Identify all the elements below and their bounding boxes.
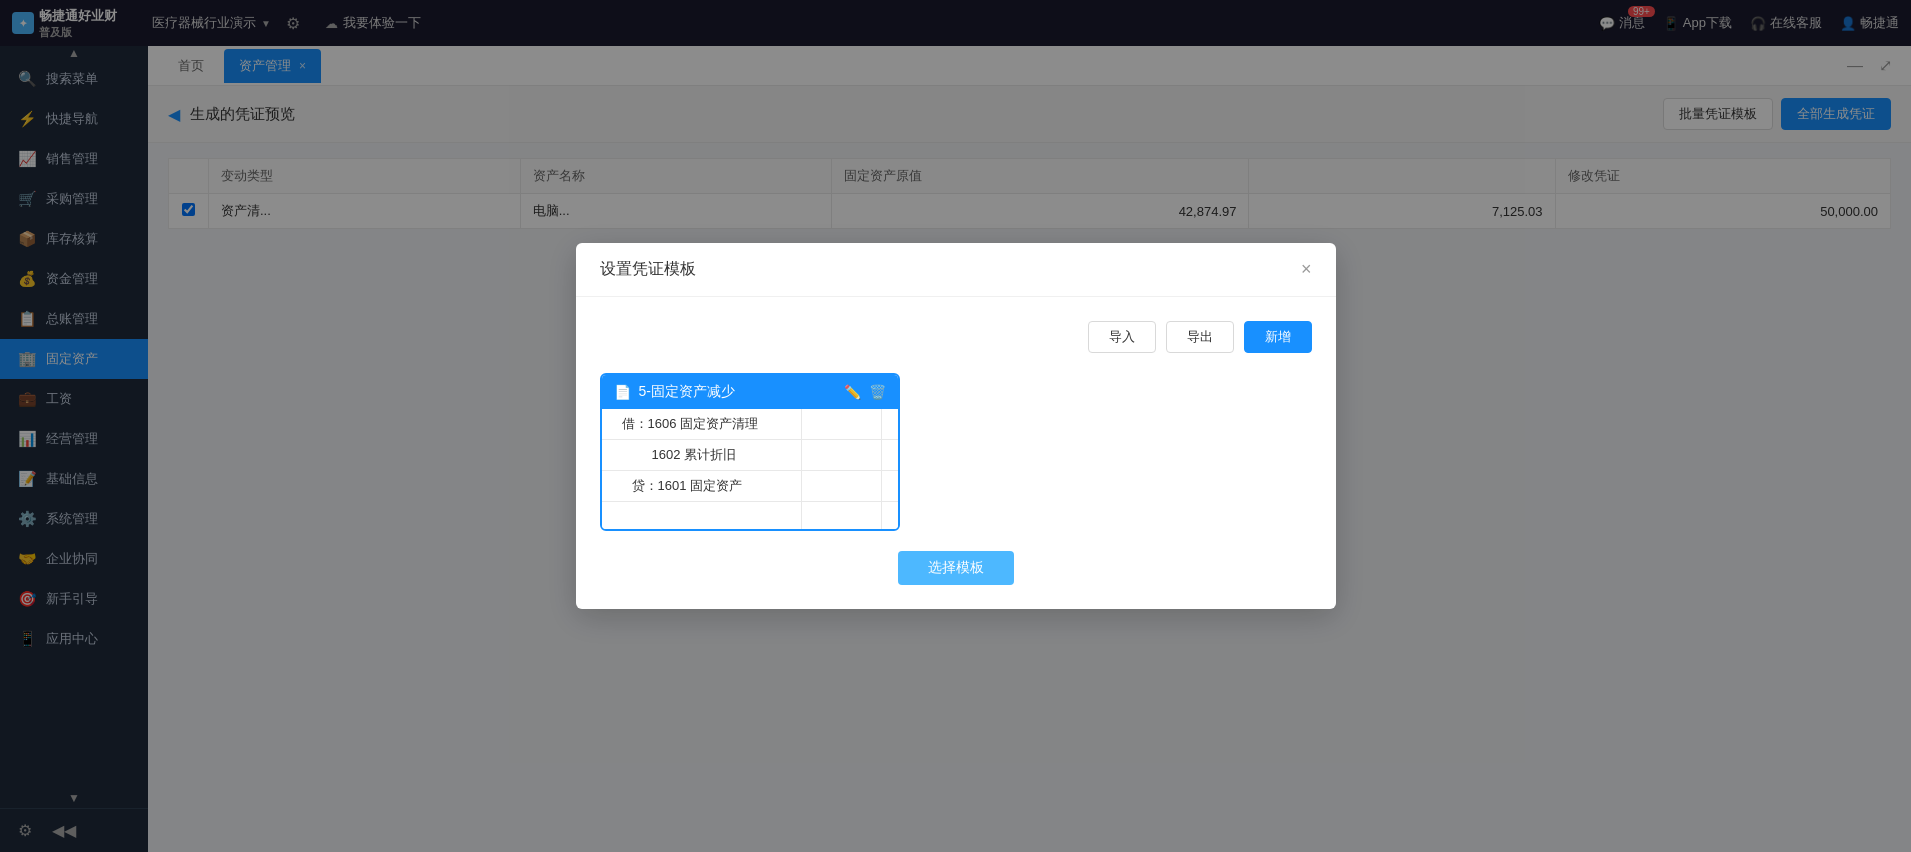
template-cell-credit1-label: 贷：1601 固定资产 <box>602 471 802 501</box>
template-cell-empty-col2 <box>802 502 882 529</box>
choose-btn-container: 选择模板 <box>600 551 1312 585</box>
template-doc-icon: 📄 <box>614 384 631 400</box>
template-row-2: 1602 累计折旧 <box>602 440 898 471</box>
template-cell-debit1-col3 <box>882 409 900 439</box>
export-btn[interactable]: 导出 <box>1166 321 1234 353</box>
modal-title: 设置凭证模板 <box>600 259 696 280</box>
template-row-3: 贷：1601 固定资产 <box>602 471 898 502</box>
template-cell-debit1-label: 借：1606 固定资产清理 <box>602 409 802 439</box>
template-body: 借：1606 固定资产清理 1602 累计折旧 贷：1601 固定资产 <box>602 409 898 529</box>
template-cell-debit2-col3 <box>882 440 900 470</box>
import-btn[interactable]: 导入 <box>1088 321 1156 353</box>
template-name: 5-固定资产减少 <box>639 383 735 401</box>
template-card-title: 📄 5-固定资产减少 <box>614 383 735 401</box>
template-cell-empty-col3 <box>882 502 900 529</box>
new-btn[interactable]: 新增 <box>1244 321 1312 353</box>
template-cell-credit1-col2 <box>802 471 882 501</box>
modal-overlay: 设置凭证模板 × 导入 导出 新增 📄 5-固定资产减少 ✏️ 🗑️ <box>0 0 1911 852</box>
modal-close-btn[interactable]: × <box>1301 259 1312 280</box>
template-row-1: 借：1606 固定资产清理 <box>602 409 898 440</box>
template-card-header: 📄 5-固定资产减少 ✏️ 🗑️ <box>602 375 898 409</box>
modal-toolbar: 导入 导出 新增 <box>600 321 1312 353</box>
template-cell-debit1-col2 <box>802 409 882 439</box>
modal-header: 设置凭证模板 × <box>576 243 1336 297</box>
template-cell-empty-label <box>602 502 802 529</box>
template-edit-icon[interactable]: ✏️ <box>844 384 861 400</box>
template-row-4 <box>602 502 898 529</box>
voucher-template-modal: 设置凭证模板 × 导入 导出 新增 📄 5-固定资产减少 ✏️ 🗑️ <box>576 243 1336 609</box>
template-delete-icon[interactable]: 🗑️ <box>869 384 886 400</box>
modal-body: 导入 导出 新增 📄 5-固定资产减少 ✏️ 🗑️ <box>576 297 1336 609</box>
template-cell-debit2-label: 1602 累计折旧 <box>602 440 802 470</box>
template-card: 📄 5-固定资产减少 ✏️ 🗑️ 借：1606 固定资产清理 <box>600 373 900 531</box>
template-cell-credit1-col3 <box>882 471 900 501</box>
choose-template-btn[interactable]: 选择模板 <box>898 551 1014 585</box>
template-cell-debit2-col2 <box>802 440 882 470</box>
template-card-actions: ✏️ 🗑️ <box>844 384 886 400</box>
